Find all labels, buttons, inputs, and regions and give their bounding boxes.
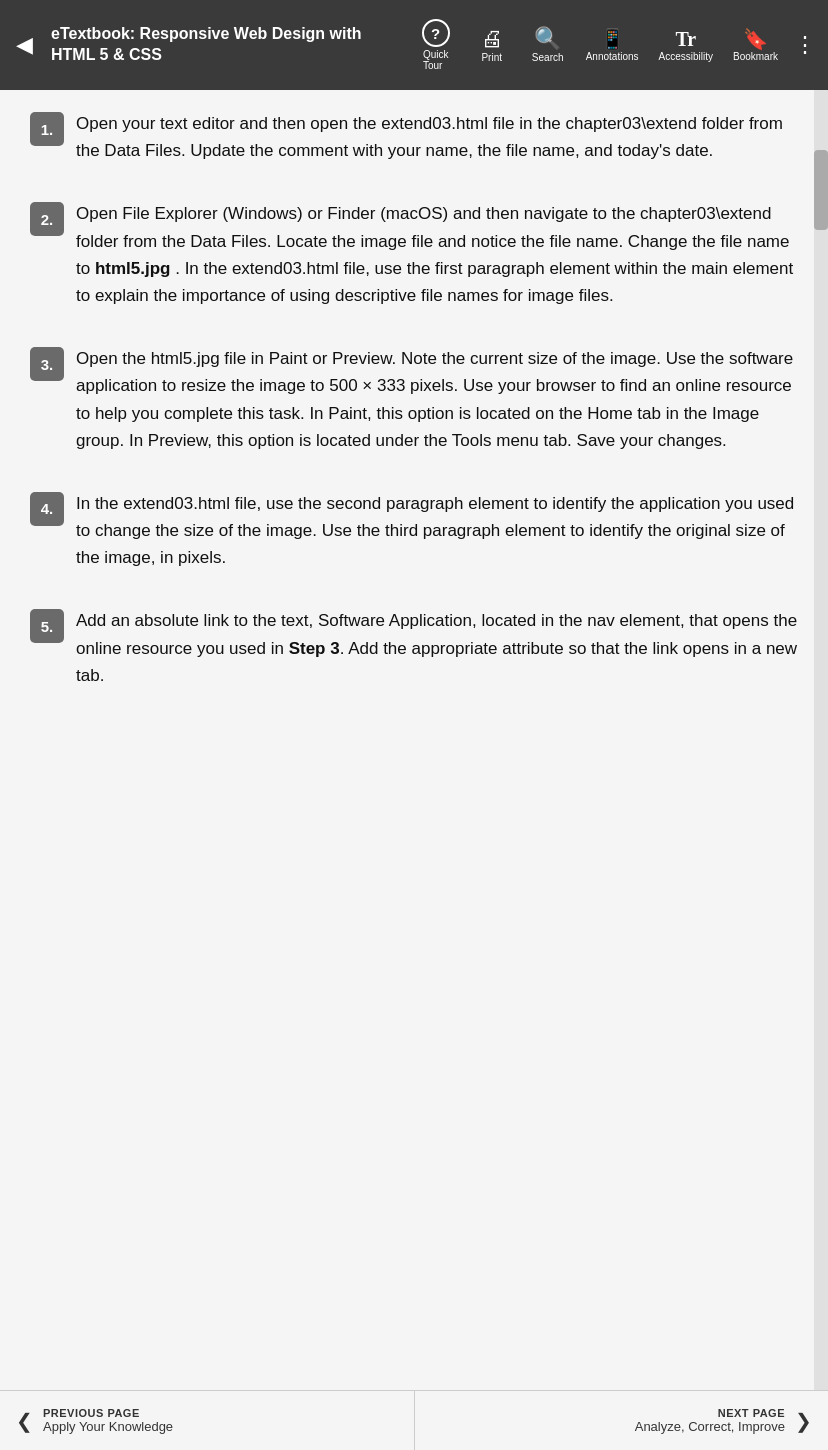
print-button[interactable]: 🖨 Print xyxy=(466,22,518,69)
scrollbar[interactable] xyxy=(814,90,828,1390)
step-1: 1. Open your text editor and then open t… xyxy=(30,110,798,164)
annotations-button[interactable]: 📱 Annotations xyxy=(578,23,647,68)
next-page-text: NEXT PAGE Analyze, Correct, Improve xyxy=(635,1407,785,1434)
header-toolbar: ? QuickTour 🖨 Print 🔍 Search 📱 Annotatio… xyxy=(410,13,820,77)
accessibility-icon: Tr xyxy=(675,29,696,49)
footer-navigation: ❮ PREVIOUS PAGE Apply Your Knowledge NEX… xyxy=(0,1390,828,1450)
quick-tour-label: QuickTour xyxy=(423,49,449,71)
back-button[interactable]: ◀ xyxy=(8,24,41,66)
step-1-text: Open your text editor and then open the … xyxy=(76,110,798,164)
next-page-button[interactable]: NEXT PAGE Analyze, Correct, Improve ❯ xyxy=(415,1391,829,1450)
prev-page-text: PREVIOUS PAGE Apply Your Knowledge xyxy=(43,1407,173,1434)
prev-label: PREVIOUS PAGE xyxy=(43,1407,173,1419)
step-4: 4. In the extend03.html file, use the se… xyxy=(30,490,798,572)
search-label: Search xyxy=(532,52,564,63)
quick-tour-button[interactable]: ? QuickTour xyxy=(410,13,462,77)
step-3-text: Open the html5.jpg file in Paint or Prev… xyxy=(76,345,798,454)
step-4-badge: 4. xyxy=(30,492,64,526)
prev-sublabel: Apply Your Knowledge xyxy=(43,1419,173,1434)
annotations-icon: 📱 xyxy=(600,29,625,49)
step-2: 2. Open File Explorer (Windows) or Finde… xyxy=(30,200,798,309)
bookmark-icon: 🔖 xyxy=(743,29,768,49)
step-3: 3. Open the html5.jpg file in Paint or P… xyxy=(30,345,798,454)
step-5-text: Add an absolute link to the text, Softwa… xyxy=(76,607,798,689)
step-1-badge: 1. xyxy=(30,112,64,146)
search-button[interactable]: 🔍 Search xyxy=(522,22,574,69)
bookmark-label: Bookmark xyxy=(733,51,778,62)
next-arrow-icon: ❯ xyxy=(795,1409,812,1433)
quick-tour-icon: ? xyxy=(422,19,450,47)
scrollbar-thumb[interactable] xyxy=(814,150,828,230)
prev-arrow-icon: ❮ xyxy=(16,1409,33,1433)
next-sublabel: Analyze, Correct, Improve xyxy=(635,1419,785,1434)
next-label: NEXT PAGE xyxy=(718,1407,785,1419)
step-2-badge: 2. xyxy=(30,202,64,236)
step-3-badge: 3. xyxy=(30,347,64,381)
print-label: Print xyxy=(481,52,502,63)
book-title: eTextbook: Responsive Web Design with HT… xyxy=(51,24,410,66)
annotations-label: Annotations xyxy=(586,51,639,62)
step-5: 5. Add an absolute link to the text, Sof… xyxy=(30,607,798,689)
step-5-badge: 5. xyxy=(30,609,64,643)
app-header: ◀ eTextbook: Responsive Web Design with … xyxy=(0,0,828,90)
search-icon: 🔍 xyxy=(534,28,561,50)
accessibility-button[interactable]: Tr Accessibility xyxy=(651,23,721,68)
print-icon: 🖨 xyxy=(481,28,503,50)
accessibility-label: Accessibility xyxy=(659,51,713,62)
more-options-button[interactable]: ⋮ xyxy=(790,24,820,66)
previous-page-button[interactable]: ❮ PREVIOUS PAGE Apply Your Knowledge xyxy=(0,1391,415,1450)
step-4-text: In the extend03.html file, use the secon… xyxy=(76,490,798,572)
page-content: 1. Open your text editor and then open t… xyxy=(0,90,828,1390)
step-2-text: Open File Explorer (Windows) or Finder (… xyxy=(76,200,798,309)
bookmark-button[interactable]: 🔖 Bookmark xyxy=(725,23,786,68)
